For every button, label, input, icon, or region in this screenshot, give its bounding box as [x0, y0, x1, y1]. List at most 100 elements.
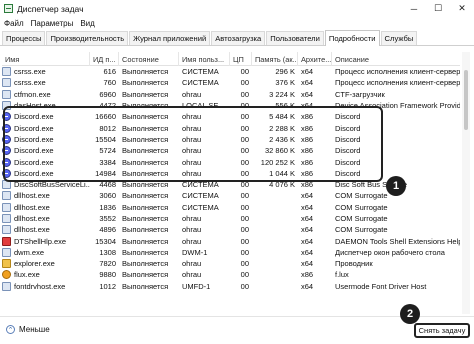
- cell-name: dllhost.exe: [2, 224, 90, 235]
- table-row[interactable]: dllhost.exe 4896 Выполняется ohrau 00 x64 COM …: [2, 224, 460, 235]
- cell-description: Usermode Font Driver Host: [335, 281, 427, 291]
- cell-description: COM Surrogate: [335, 214, 388, 223]
- cell-arch: x64: [301, 78, 314, 88]
- cell-status: Выполняется: [122, 281, 169, 291]
- task-manager-icon: [4, 4, 13, 13]
- table-row[interactable]: dllhost.exe 3552 Выполняется ohrau 00 x64 COM …: [2, 213, 460, 224]
- cell-name: ctfmon.exe: [2, 89, 90, 100]
- cell-description: Проводник: [335, 259, 373, 269]
- cell-memory: [252, 224, 298, 235]
- cell-user: ohrau: [182, 225, 202, 235]
- cell-cpu: 00: [240, 236, 249, 246]
- cell-user: ohrau: [182, 259, 202, 269]
- cell-status: Выполняется: [122, 236, 169, 246]
- process-name: flux.exe: [14, 270, 40, 280]
- column-header-user[interactable]: Имя польз...: [179, 52, 230, 66]
- cell-arch: x86: [301, 270, 314, 280]
- cell-status: Выполняется: [122, 191, 169, 201]
- scrollbar-thumb[interactable]: [464, 70, 468, 130]
- column-header-status[interactable]: Состояние: [119, 52, 179, 66]
- cell-user: СИСТЕМА: [182, 67, 219, 77]
- menu-view[interactable]: Вид: [80, 19, 94, 28]
- maximize-button[interactable]: ☐: [426, 0, 450, 17]
- flux-icon: [2, 270, 11, 280]
- discord-rows-highlight: [3, 106, 383, 182]
- cell-description: Процесс исполнения клиент-сервер: [335, 78, 460, 88]
- cell-arch: x64: [301, 89, 314, 99]
- cell-name: csrss.exe: [2, 77, 90, 88]
- cell-status: Выполняется: [122, 78, 169, 88]
- table-row[interactable]: DTShellHlp.exe 15304 Выполняется ohrau 00 x64…: [2, 235, 460, 246]
- cell-cpu: 00: [240, 78, 249, 88]
- cell-cpu: 00: [240, 202, 249, 212]
- tab-startup[interactable]: Автозагрузка: [211, 31, 266, 45]
- column-header-name-label: Имя: [5, 54, 20, 64]
- cell-pid: 616: [103, 67, 116, 77]
- cell-name: flux.exe: [2, 269, 90, 280]
- cell-arch: x64: [301, 214, 314, 223]
- title-bar: Диспетчер задач ─ ☐ ✕: [0, 0, 474, 17]
- cell-user: СИСТЕМА: [182, 191, 219, 201]
- tab-processes[interactable]: Процессы: [2, 31, 46, 45]
- vertical-scrollbar[interactable]: [462, 52, 470, 314]
- cell-arch: x64: [301, 247, 314, 257]
- fewer-details-button[interactable]: ⌃ Меньше: [6, 325, 50, 334]
- table-row[interactable]: dllhost.exe 1836 Выполняется СИСТЕМА 00 x64 CO…: [2, 202, 460, 213]
- cell-arch: x64: [301, 202, 314, 212]
- process-icon: [2, 202, 11, 212]
- table-row[interactable]: fontdrvhost.exe 1012 Выполняется UMFD-1 00 x6…: [2, 281, 460, 292]
- cell-memory: [252, 247, 298, 258]
- cell-description: f.lux: [335, 270, 349, 280]
- column-header-description[interactable]: Описание: [332, 52, 460, 66]
- cell-description: DAEMON Tools Shell Extensions Helper: [335, 236, 460, 246]
- cell-arch: x64: [301, 67, 314, 77]
- cell-name: DTShellHlp.exe: [2, 235, 90, 246]
- cell-memory: [252, 190, 298, 201]
- cell-pid: 7820: [99, 259, 116, 269]
- cell-cpu: 00: [240, 67, 249, 77]
- table-row[interactable]: explorer.exe 7820 Выполняется ohrau 00 x64 Про…: [2, 258, 460, 269]
- minimize-button[interactable]: ─: [402, 0, 426, 17]
- cell-status: Выполняется: [122, 270, 169, 280]
- table-row[interactable]: flux.exe 9880 Выполняется ohrau 00 x86 f.lux: [2, 269, 460, 280]
- process-name: csrss.exe: [14, 78, 46, 88]
- cell-status: Выполняется: [122, 67, 169, 77]
- tab-app-history[interactable]: Журнал приложений: [129, 31, 211, 45]
- table-row[interactable]: csrss.exe 760 Выполняется СИСТЕМА 00 376 K x64…: [2, 77, 460, 88]
- tab-users[interactable]: Пользователи: [266, 31, 324, 45]
- cell-name: dllhost.exe: [2, 190, 90, 201]
- end-task-button[interactable]: Снять задачу: [414, 323, 470, 338]
- table-row[interactable]: dwm.exe 1308 Выполняется DWM-1 00 x64 Диспетче…: [2, 247, 460, 258]
- cell-pid: 15304: [95, 236, 116, 246]
- cell-status: Выполняется: [122, 89, 169, 99]
- process-name: csrss.exe: [14, 67, 46, 77]
- fewer-details-label: Меньше: [19, 325, 50, 334]
- table-row[interactable]: ctfmon.exe 6960 Выполняется ohrau 00 3 224 K x…: [2, 89, 460, 100]
- tab-details[interactable]: Подробности: [324, 30, 380, 46]
- table-row[interactable]: csrss.exe 616 Выполняется СИСТЕМА 00 296 K x64…: [2, 66, 460, 77]
- tab-strip: Процессы Производительность Журнал прило…: [0, 30, 474, 46]
- menu-options[interactable]: Параметры: [31, 19, 74, 28]
- cell-name: dwm.exe: [2, 247, 90, 258]
- column-header-name[interactable]: ^ Имя: [2, 52, 90, 66]
- cell-status: Выполняется: [122, 247, 169, 257]
- process-icon: [2, 247, 11, 257]
- menu-file[interactable]: Файл: [4, 19, 24, 28]
- process-icon: [2, 67, 11, 77]
- column-header-cpu[interactable]: ЦП: [230, 52, 252, 66]
- cell-cpu: 00: [240, 281, 249, 291]
- cell-arch: x64: [301, 225, 314, 235]
- cell-pid: 3060: [99, 191, 116, 201]
- chevron-up-icon: ⌃: [6, 325, 15, 334]
- column-header-pid[interactable]: ИД п...: [90, 52, 119, 66]
- close-button[interactable]: ✕: [450, 0, 474, 17]
- cell-cpu: 00: [240, 225, 249, 235]
- column-header-arch[interactable]: Архите...: [298, 52, 332, 66]
- cell-pid: 9880: [99, 270, 116, 280]
- cell-cpu: 00: [240, 270, 249, 280]
- column-header-memory[interactable]: Память (ак...: [252, 52, 298, 66]
- tab-performance[interactable]: Производительность: [46, 31, 129, 45]
- cell-name: dllhost.exe: [2, 213, 90, 224]
- tab-services[interactable]: Службы: [380, 31, 418, 45]
- cell-memory: [252, 281, 298, 292]
